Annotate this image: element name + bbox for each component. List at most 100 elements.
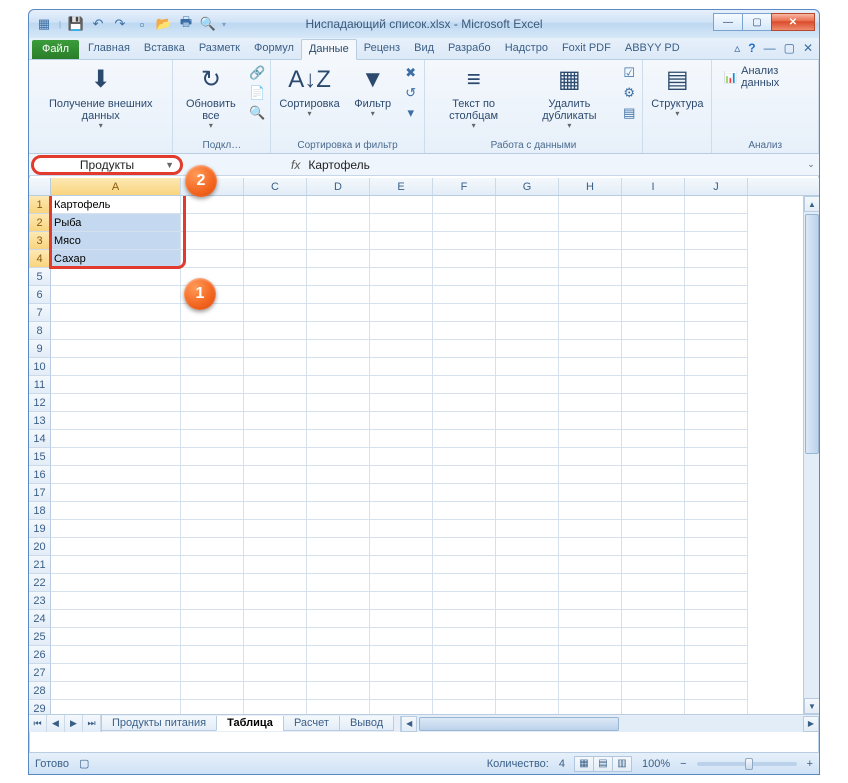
cell-G22[interactable] bbox=[496, 574, 559, 592]
expand-formula-icon[interactable]: ⌄ bbox=[803, 159, 819, 170]
cell-C15[interactable] bbox=[244, 448, 307, 466]
scroll-down-icon[interactable]: ▼ bbox=[804, 698, 819, 714]
cell-J27[interactable] bbox=[685, 664, 748, 682]
cell-D5[interactable] bbox=[307, 268, 370, 286]
cell-B10[interactable] bbox=[181, 358, 244, 376]
cell-G2[interactable] bbox=[496, 214, 559, 232]
ribbon-tab-8[interactable]: Надстро bbox=[498, 39, 555, 59]
cell-B2[interactable] bbox=[181, 214, 244, 232]
cell-A12[interactable] bbox=[51, 394, 181, 412]
sheet-next-icon[interactable]: ▶ bbox=[65, 715, 83, 732]
page-break-icon[interactable]: ▥ bbox=[612, 756, 632, 772]
cell-D14[interactable] bbox=[307, 430, 370, 448]
cell-B3[interactable] bbox=[181, 232, 244, 250]
cell-I4[interactable] bbox=[622, 250, 685, 268]
cell-C9[interactable] bbox=[244, 340, 307, 358]
cell-F24[interactable] bbox=[433, 610, 496, 628]
cell-D12[interactable] bbox=[307, 394, 370, 412]
cell-J15[interactable] bbox=[685, 448, 748, 466]
cell-B4[interactable] bbox=[181, 250, 244, 268]
grid[interactable]: 1Картофель2Рыба3Мясо4Сахар56789101112131… bbox=[29, 196, 819, 714]
cell-J14[interactable] bbox=[685, 430, 748, 448]
cell-F26[interactable] bbox=[433, 646, 496, 664]
cell-E7[interactable] bbox=[370, 304, 433, 322]
cell-I1[interactable] bbox=[622, 196, 685, 214]
cell-D13[interactable] bbox=[307, 412, 370, 430]
file-tab[interactable]: Файл bbox=[32, 40, 79, 59]
cell-C16[interactable] bbox=[244, 466, 307, 484]
cell-A16[interactable] bbox=[51, 466, 181, 484]
undo-icon[interactable]: ↶ bbox=[89, 15, 107, 33]
cell-D8[interactable] bbox=[307, 322, 370, 340]
cell-E1[interactable] bbox=[370, 196, 433, 214]
redo-icon[interactable]: ↷ bbox=[111, 15, 129, 33]
cell-A18[interactable] bbox=[51, 502, 181, 520]
cell-J21[interactable] bbox=[685, 556, 748, 574]
row-header-2[interactable]: 2 bbox=[29, 214, 51, 232]
cell-E21[interactable] bbox=[370, 556, 433, 574]
cell-E23[interactable] bbox=[370, 592, 433, 610]
cell-B29[interactable] bbox=[181, 700, 244, 714]
ribbon-tab-2[interactable]: Разметк bbox=[192, 39, 247, 59]
cell-G16[interactable] bbox=[496, 466, 559, 484]
cell-B28[interactable] bbox=[181, 682, 244, 700]
cell-H12[interactable] bbox=[559, 394, 622, 412]
cell-H22[interactable] bbox=[559, 574, 622, 592]
cell-E2[interactable] bbox=[370, 214, 433, 232]
cell-J10[interactable] bbox=[685, 358, 748, 376]
cell-D24[interactable] bbox=[307, 610, 370, 628]
cell-F2[interactable] bbox=[433, 214, 496, 232]
macro-icon[interactable]: ▢ bbox=[79, 757, 89, 770]
cell-F28[interactable] bbox=[433, 682, 496, 700]
column-header-J[interactable]: J bbox=[685, 178, 748, 195]
cell-F11[interactable] bbox=[433, 376, 496, 394]
cell-A1[interactable]: Картофель bbox=[51, 196, 181, 214]
cell-G19[interactable] bbox=[496, 520, 559, 538]
cell-G23[interactable] bbox=[496, 592, 559, 610]
ribbon-small-icon[interactable]: ↺ bbox=[402, 84, 420, 102]
cell-C18[interactable] bbox=[244, 502, 307, 520]
cell-E10[interactable] bbox=[370, 358, 433, 376]
column-header-H[interactable]: H bbox=[559, 178, 622, 195]
cell-B27[interactable] bbox=[181, 664, 244, 682]
ribbon-small-icon[interactable]: ⚙ bbox=[620, 84, 638, 102]
cell-C1[interactable] bbox=[244, 196, 307, 214]
cell-E18[interactable] bbox=[370, 502, 433, 520]
name-box[interactable]: Продукты ▼ bbox=[31, 155, 183, 175]
column-header-I[interactable]: I bbox=[622, 178, 685, 195]
cell-A21[interactable] bbox=[51, 556, 181, 574]
cell-B14[interactable] bbox=[181, 430, 244, 448]
cell-I6[interactable] bbox=[622, 286, 685, 304]
cell-E15[interactable] bbox=[370, 448, 433, 466]
ribbon-small-icon[interactable]: ▾ bbox=[402, 104, 420, 122]
cell-J2[interactable] bbox=[685, 214, 748, 232]
cell-F15[interactable] bbox=[433, 448, 496, 466]
ribbon-tab-9[interactable]: Foxit PDF bbox=[555, 39, 618, 59]
cell-H18[interactable] bbox=[559, 502, 622, 520]
normal-view-icon[interactable]: ▦ bbox=[574, 756, 594, 772]
cell-G12[interactable] bbox=[496, 394, 559, 412]
ribbon-button[interactable]: ▤Структура▾ bbox=[647, 62, 707, 134]
cell-E19[interactable] bbox=[370, 520, 433, 538]
cell-D23[interactable] bbox=[307, 592, 370, 610]
cell-B25[interactable] bbox=[181, 628, 244, 646]
cell-F25[interactable] bbox=[433, 628, 496, 646]
cell-D1[interactable] bbox=[307, 196, 370, 214]
cell-B16[interactable] bbox=[181, 466, 244, 484]
open-icon[interactable]: 📂 bbox=[155, 15, 173, 33]
cell-H3[interactable] bbox=[559, 232, 622, 250]
cell-G1[interactable] bbox=[496, 196, 559, 214]
ribbon-small-icon[interactable]: ✖ bbox=[402, 64, 420, 82]
cell-F14[interactable] bbox=[433, 430, 496, 448]
row-header-26[interactable]: 26 bbox=[29, 646, 51, 664]
cell-H16[interactable] bbox=[559, 466, 622, 484]
cell-G4[interactable] bbox=[496, 250, 559, 268]
ribbon-small-icon[interactable]: ▤ bbox=[620, 104, 638, 122]
cell-A28[interactable] bbox=[51, 682, 181, 700]
row-header-10[interactable]: 10 bbox=[29, 358, 51, 376]
cell-A10[interactable] bbox=[51, 358, 181, 376]
cell-J16[interactable] bbox=[685, 466, 748, 484]
scroll-right-icon[interactable]: ▶ bbox=[803, 716, 819, 732]
new-icon[interactable]: ▫ bbox=[133, 15, 151, 33]
cell-J6[interactable] bbox=[685, 286, 748, 304]
